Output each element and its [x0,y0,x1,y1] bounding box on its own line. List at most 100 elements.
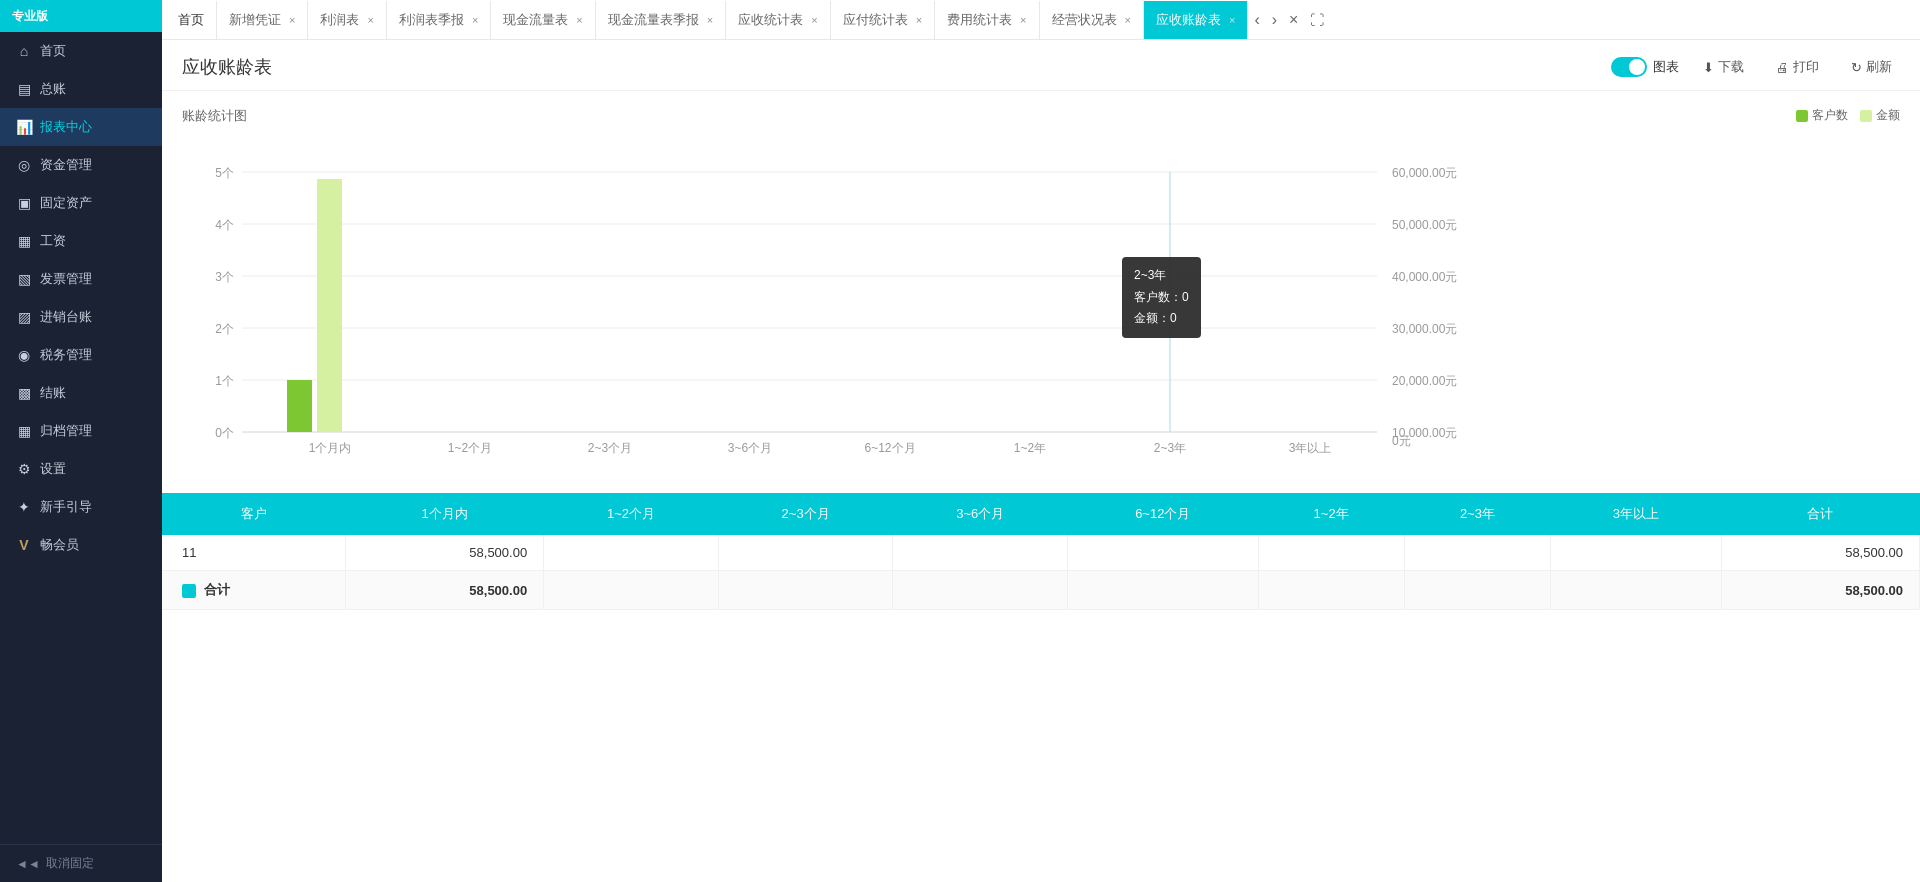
chart-svg: 5个 4个 3个 2个 1个 0个 60,000.00元 50,000.00元 … [182,137,1452,477]
svg-text:3~6个月: 3~6个月 [728,441,772,455]
legend-amount-dot [1860,110,1872,122]
sidebar-item-settings[interactable]: ⚙ 设置 [0,450,162,488]
print-button[interactable]: 🖨 打印 [1768,54,1827,80]
cell-m3-6 [893,535,1068,571]
tab-ar-aging[interactable]: 应收账龄表 × [1144,1,1248,39]
tab-voucher[interactable]: 新增凭证 × [217,1,308,39]
sidebar-item-tax[interactable]: ◉ 税务管理 [0,336,162,374]
refresh-button[interactable]: ↻ 刷新 [1843,54,1900,80]
chart-legend: 客户数 金额 [1796,107,1900,124]
tab-profit-quarter[interactable]: 利润表季报 × [387,1,491,39]
svg-text:2~3年: 2~3年 [1154,441,1186,455]
sidebar-item-reports[interactable]: 📊 报表中心 [0,108,162,146]
tab-expense-stat[interactable]: 费用统计表 × [935,1,1039,39]
total-m1-2 [544,571,719,610]
tab-close-voucher[interactable]: × [289,14,295,26]
sidebar-item-archive[interactable]: ▦ 归档管理 [0,412,162,450]
svg-text:4个: 4个 [215,218,234,232]
chart-toggle[interactable] [1611,57,1647,77]
sidebar-item-ledger[interactable]: ▤ 总账 [0,70,162,108]
tab-close-expense-stat[interactable]: × [1020,14,1026,26]
legend-customer: 客户数 [1796,107,1848,124]
bar-amount-1 [317,179,342,432]
tab-cashflow[interactable]: 现金流量表 × [491,1,595,39]
tab-ar-stat[interactable]: 应收统计表 × [726,1,830,39]
data-table: 客户 1个月内 1~2个月 2~3个月 3~6个月 6~12个月 1~2年 2~… [162,493,1920,610]
download-button[interactable]: ⬇ 下载 [1695,54,1752,80]
cell-total: 58,500.00 [1721,535,1919,571]
toggle-label: 图表 [1653,58,1679,76]
tab-profit[interactable]: 利润表 × [308,1,386,39]
bar-customer-1 [287,380,312,432]
table-header-row: 客户 1个月内 1~2个月 2~3个月 3~6个月 6~12个月 1~2年 2~… [162,493,1920,535]
col-header-m3-6: 3~6个月 [893,493,1068,535]
tab-ap-stat[interactable]: 应付统计表 × [831,1,935,39]
funds-icon: ◎ [16,157,32,173]
tab-close-ap-stat[interactable]: × [916,14,922,26]
content-area: 应收账龄表 图表 ⬇ 下载 🖨 打印 ↻ 刷新 [162,40,1920,882]
tab-close-cashflow-quarter[interactable]: × [707,14,713,26]
archive-icon: ▦ [16,423,32,439]
cell-y1-2 [1258,535,1404,571]
sidebar-item-guide[interactable]: ✦ 新手引导 [0,488,162,526]
svg-text:3年以上: 3年以上 [1289,441,1332,455]
tab-expand-button[interactable]: ⛶ [1304,1,1330,39]
sidebar-item-home[interactable]: ⌂ 首页 [0,32,162,70]
chart-toggle-group: 图表 [1611,57,1679,77]
table-row: 11 58,500.00 58,500.00 [162,535,1920,571]
total-label: 合计 [162,571,346,610]
refresh-icon: ↻ [1851,60,1862,75]
tab-close-profit-quarter[interactable]: × [472,14,478,26]
sidebar-item-funds[interactable]: ◎ 资金管理 [0,146,162,184]
tab-close-ar-aging[interactable]: × [1229,14,1235,26]
col-header-m1: 1个月内 [346,493,544,535]
svg-text:60,000.00元: 60,000.00元 [1392,166,1457,180]
header-actions: 图表 ⬇ 下载 🖨 打印 ↻ 刷新 [1611,54,1900,80]
tab-close-operations[interactable]: × [1125,14,1131,26]
tax-icon: ◉ [16,347,32,363]
sidebar-collapse-button[interactable]: ◄◄ 取消固定 [0,844,162,882]
tab-home[interactable]: 首页 [166,1,217,39]
sidebar-item-salary[interactable]: ▦ 工资 [0,222,162,260]
tab-close-all-button[interactable]: × [1283,1,1304,39]
svg-text:2~3个月: 2~3个月 [588,441,632,455]
tab-close-profit[interactable]: × [367,14,373,26]
svg-text:3个: 3个 [215,270,234,284]
total-y3plus [1551,571,1722,610]
vip-icon: V [16,537,32,553]
sidebar-item-close[interactable]: ▩ 结账 [0,374,162,412]
tab-operations[interactable]: 经营状况表 × [1040,1,1144,39]
total-total: 58,500.00 [1721,571,1919,610]
cell-y3plus [1551,535,1722,571]
chart-svg-wrapper: 5个 4个 3个 2个 1个 0个 60,000.00元 50,000.00元 … [182,137,1900,477]
sidebar-item-sales-ledger[interactable]: ▨ 进销台账 [0,298,162,336]
total-icon [182,584,196,598]
tab-cashflow-quarter[interactable]: 现金流量表季报 × [596,1,726,39]
collapse-icon: ◄◄ [16,857,40,871]
tab-prev-button[interactable]: ‹ [1248,1,1265,39]
tab-close-ar-stat[interactable]: × [811,14,817,26]
svg-text:1~2年: 1~2年 [1014,441,1046,455]
tab-next-button[interactable]: › [1266,1,1283,39]
total-m2-3 [718,571,893,610]
col-header-customer: 客户 [162,493,346,535]
home-icon: ⌂ [16,43,32,59]
sidebar-item-fixed-assets[interactable]: ▣ 固定资产 [0,184,162,222]
cell-m6-12 [1068,535,1258,571]
salary-icon: ▦ [16,233,32,249]
svg-text:2个: 2个 [215,322,234,336]
svg-text:1~2个月: 1~2个月 [448,441,492,455]
main-area: 首页 新增凭证 × 利润表 × 利润表季报 × 现金流量表 × 现金流量表季报 … [162,0,1920,882]
page-title: 应收账龄表 [182,55,272,79]
tab-close-cashflow[interactable]: × [576,14,582,26]
svg-text:40,000.00元: 40,000.00元 [1392,270,1457,284]
legend-customer-dot [1796,110,1808,122]
svg-text:6~12个月: 6~12个月 [864,441,915,455]
sidebar-item-invoice[interactable]: ▧ 发票管理 [0,260,162,298]
svg-text:0个: 0个 [215,426,234,440]
sidebar-item-vip[interactable]: V 畅会员 [0,526,162,564]
col-header-m6-12: 6~12个月 [1068,493,1258,535]
col-header-y3plus: 3年以上 [1551,493,1722,535]
total-y1-2 [1258,571,1404,610]
svg-text:5个: 5个 [215,166,234,180]
